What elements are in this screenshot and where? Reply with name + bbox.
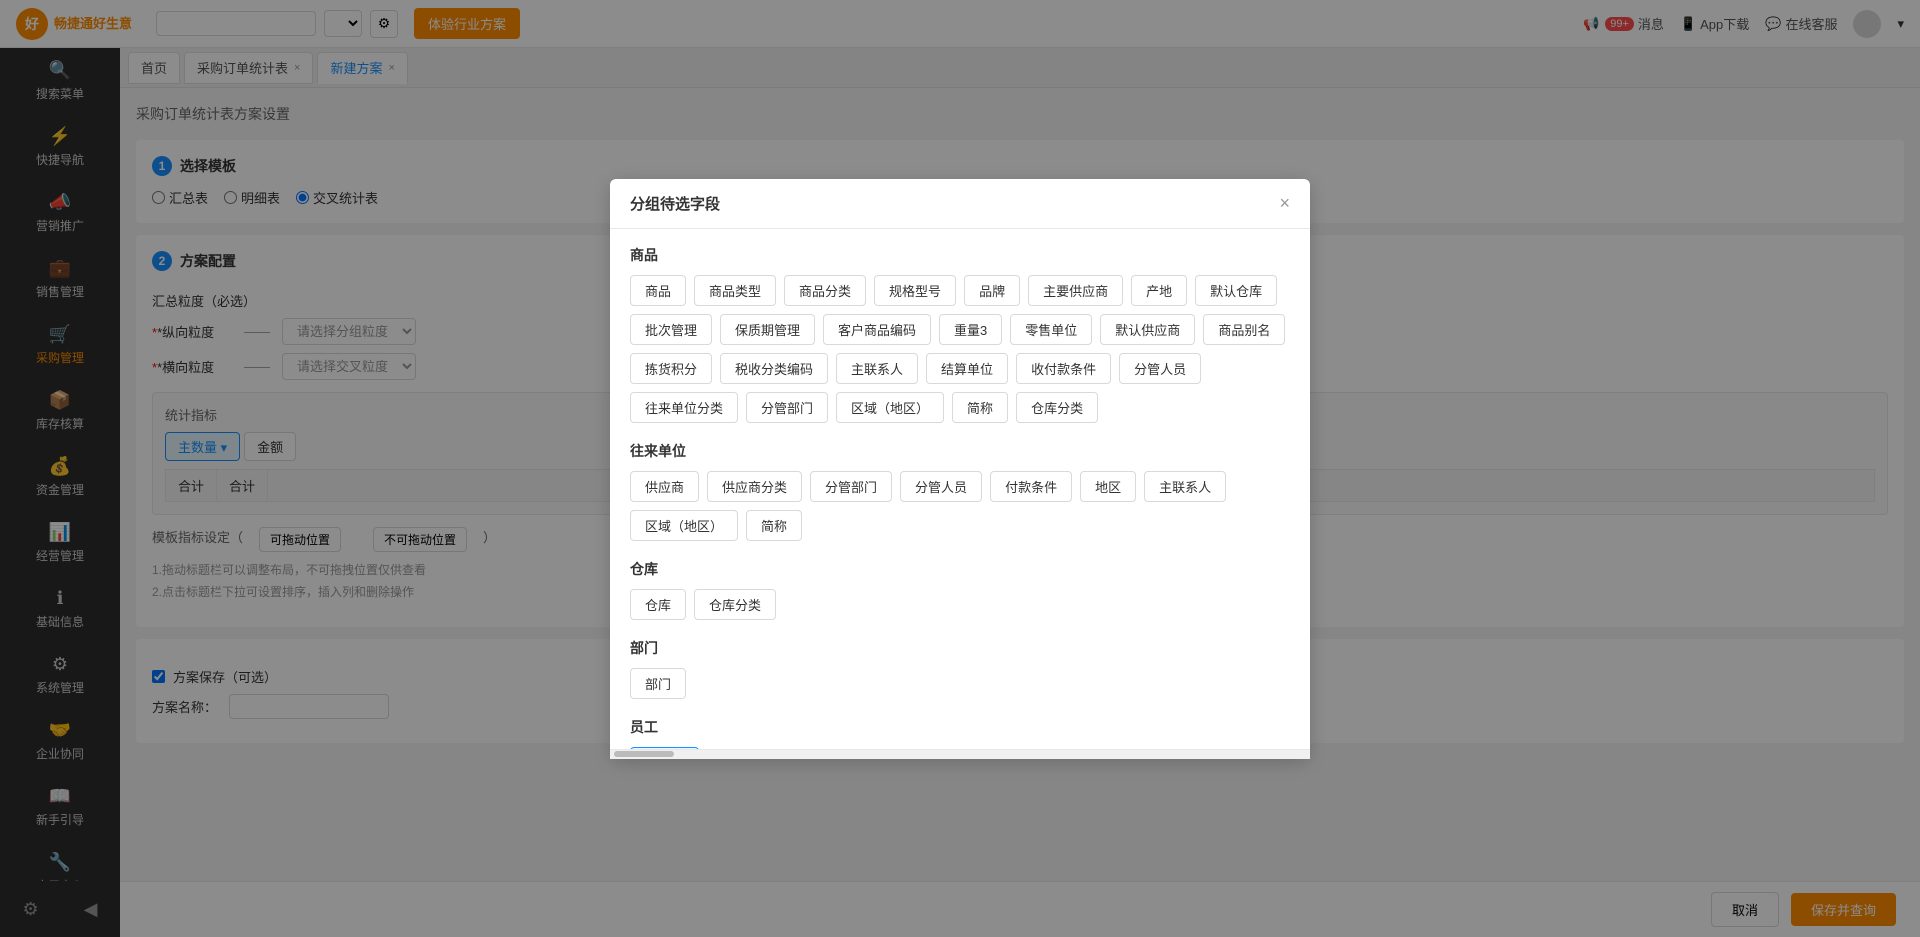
chip-abbreviation[interactable]: 简称 bbox=[746, 510, 802, 541]
section-title-counterpart: 往来单位 bbox=[630, 441, 1290, 461]
product-chips: 商品 商品类型 商品分类 规格型号 品牌 主要供应商 产地 默认仓库 批次管理 … bbox=[630, 275, 1290, 423]
section-title-staff: 员工 bbox=[630, 717, 1290, 737]
chip-region2[interactable]: 区域（地区） bbox=[630, 510, 738, 541]
modal-dialog: 分组待选字段 × 商品 商品 商品类型 商品分类 规格型号 品牌 主要供应商 产… bbox=[610, 179, 1310, 759]
chip-supplier-category[interactable]: 供应商分类 bbox=[707, 471, 802, 502]
chip-supervisor[interactable]: 分管人员 bbox=[1119, 353, 1201, 384]
counterpart-chips: 供应商 供应商分类 分管部门 分管人员 付款条件 地区 主联系人 区域（地区） … bbox=[630, 471, 1290, 541]
chip-pick-points[interactable]: 拣货积分 bbox=[630, 353, 712, 384]
chip-department[interactable]: 部门 bbox=[630, 668, 686, 699]
chip-dept[interactable]: 分管部门 bbox=[810, 471, 892, 502]
chip-origin[interactable]: 产地 bbox=[1131, 275, 1187, 306]
chip-warehouse[interactable]: 仓库 bbox=[630, 589, 686, 620]
modal-section-product: 商品 商品 商品类型 商品分类 规格型号 品牌 主要供应商 产地 默认仓库 批次… bbox=[630, 245, 1290, 423]
chip-counterpart-category[interactable]: 往来单位分类 bbox=[630, 392, 738, 423]
chip-main-contact2[interactable]: 主联系人 bbox=[1144, 471, 1226, 502]
chip-warehouse-type[interactable]: 仓库分类 bbox=[694, 589, 776, 620]
chip-weight3[interactable]: 重量3 bbox=[939, 314, 1002, 345]
modal-body: 商品 商品 商品类型 商品分类 规格型号 品牌 主要供应商 产地 默认仓库 批次… bbox=[610, 229, 1310, 749]
section-title-dept: 部门 bbox=[630, 638, 1290, 658]
chip-pay-terms[interactable]: 付款条件 bbox=[990, 471, 1072, 502]
chip-manage-dept[interactable]: 分管部门 bbox=[746, 392, 828, 423]
chip-person[interactable]: 分管人员 bbox=[900, 471, 982, 502]
chip-product-type[interactable]: 商品类型 bbox=[694, 275, 776, 306]
section-title-product: 商品 bbox=[630, 245, 1290, 265]
chip-region[interactable]: 区域（地区） bbox=[836, 392, 944, 423]
modal-title: 分组待选字段 bbox=[630, 193, 720, 214]
scrollbar-thumb bbox=[614, 751, 674, 757]
modal-section-warehouse: 仓库 仓库 仓库分类 bbox=[630, 559, 1290, 620]
modal-header: 分组待选字段 × bbox=[610, 179, 1310, 229]
chip-short-name[interactable]: 简称 bbox=[952, 392, 1008, 423]
chip-brand[interactable]: 品牌 bbox=[964, 275, 1020, 306]
chip-tax-code[interactable]: 税收分类编码 bbox=[720, 353, 828, 384]
warehouse-chips: 仓库 仓库分类 bbox=[630, 589, 1290, 620]
chip-warehouse-category[interactable]: 仓库分类 bbox=[1016, 392, 1098, 423]
chip-main-supplier[interactable]: 主要供应商 bbox=[1028, 275, 1123, 306]
chip-spec-model[interactable]: 规格型号 bbox=[874, 275, 956, 306]
chip-payment-terms[interactable]: 收付款条件 bbox=[1016, 353, 1111, 384]
chip-district[interactable]: 地区 bbox=[1080, 471, 1136, 502]
chip-product-alias[interactable]: 商品别名 bbox=[1203, 314, 1285, 345]
section-title-warehouse: 仓库 bbox=[630, 559, 1290, 579]
chip-supplier[interactable]: 供应商 bbox=[630, 471, 699, 502]
chip-product[interactable]: 商品 bbox=[630, 275, 686, 306]
modal-overlay: 分组待选字段 × 商品 商品 商品类型 商品分类 规格型号 品牌 主要供应商 产… bbox=[0, 0, 1920, 937]
chip-default-supplier[interactable]: 默认供应商 bbox=[1100, 314, 1195, 345]
modal-horizontal-scrollbar[interactable] bbox=[610, 749, 1310, 759]
chip-settlement-unit[interactable]: 结算单位 bbox=[926, 353, 1008, 384]
modal-section-counterpart: 往来单位 供应商 供应商分类 分管部门 分管人员 付款条件 地区 主联系人 区域… bbox=[630, 441, 1290, 541]
chip-main-contact[interactable]: 主联系人 bbox=[836, 353, 918, 384]
chip-quality-mgmt[interactable]: 保质期管理 bbox=[720, 314, 815, 345]
modal-close-button[interactable]: × bbox=[1279, 193, 1290, 214]
chip-product-category[interactable]: 商品分类 bbox=[784, 275, 866, 306]
modal-section-staff: 员工 业务员 bbox=[630, 717, 1290, 749]
dept-chips: 部门 bbox=[630, 668, 1290, 699]
modal-section-dept: 部门 部门 bbox=[630, 638, 1290, 699]
chip-retail-unit[interactable]: 零售单位 bbox=[1010, 314, 1092, 345]
chip-default-warehouse[interactable]: 默认仓库 bbox=[1195, 275, 1277, 306]
chip-customer-code[interactable]: 客户商品编码 bbox=[823, 314, 931, 345]
chip-batch-mgmt[interactable]: 批次管理 bbox=[630, 314, 712, 345]
